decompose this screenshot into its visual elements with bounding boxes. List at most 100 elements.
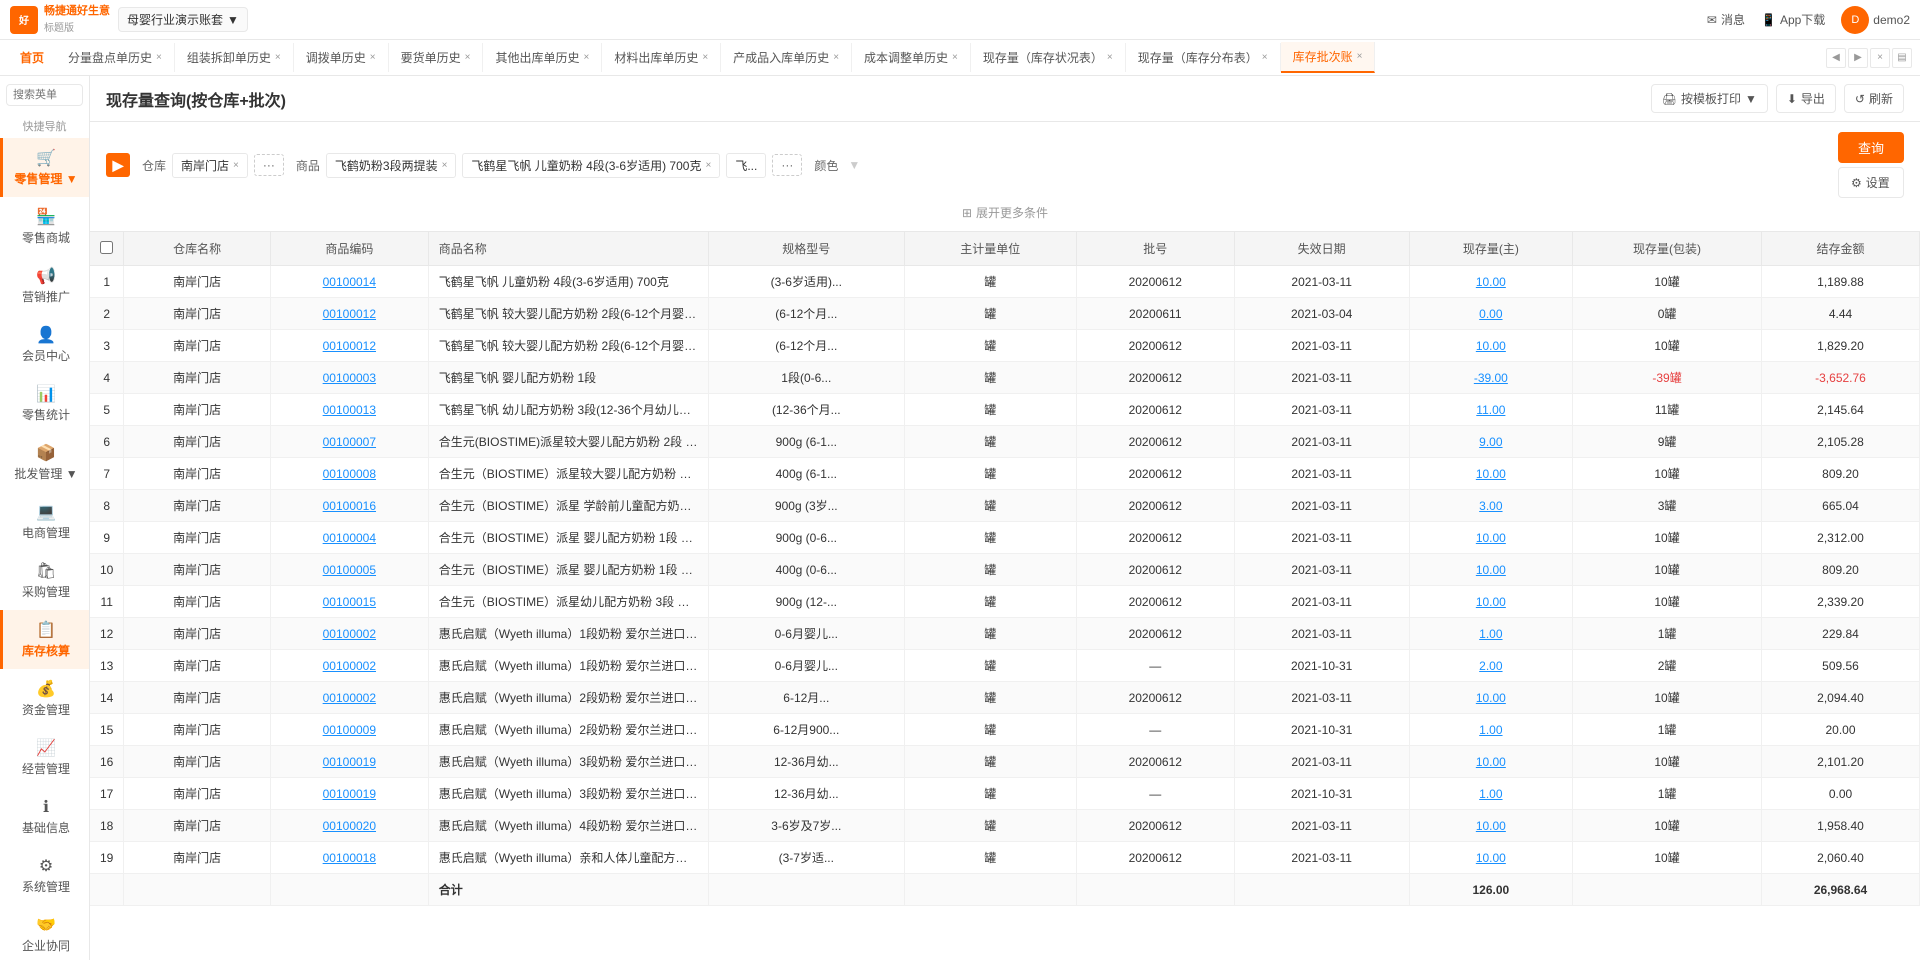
cell-qty-main[interactable]: 10.00 [1409,522,1572,554]
sidebar-item-retail-stats[interactable]: 📊 零售统计 [0,374,89,433]
tab-kucun-pici[interactable]: 库存批次账 × [1281,42,1376,73]
tab-yaohuo[interactable]: 要货单历史 × [389,43,484,72]
close-icon[interactable]: × [1262,52,1268,63]
cell-qty-main[interactable]: 10.00 [1409,810,1572,842]
sidebar-item-collab[interactable]: 🤝 企业协同 [0,905,89,960]
tab-diaob[interactable]: 调拨单历史 × [294,43,389,72]
cell-batch: 20200612 [1076,458,1234,490]
close-icon[interactable]: × [465,52,471,63]
cell-expire: 2021-03-11 [1234,394,1409,426]
cell-qty-main[interactable]: 10.00 [1409,842,1572,874]
search-btn[interactable]: 查询 [1838,132,1904,163]
close-icon[interactable]: × [156,52,162,63]
cell-qty-main[interactable]: 10.00 [1409,586,1572,618]
product-tag-1[interactable]: 飞鹤奶粉3段两提装 × [326,153,457,178]
sidebar-item-purchase[interactable]: 🛍 采购管理 [0,551,89,610]
cell-qty-main[interactable]: 1.00 [1409,778,1572,810]
refresh-btn[interactable]: ↺ 刷新 [1844,84,1904,113]
cell-spec: 1段(0-6... [708,362,904,394]
close-icon[interactable]: × [702,52,708,63]
close-icon[interactable]: × [1357,51,1363,62]
company-selector[interactable]: 母婴行业演示账套 ▼ [118,7,248,32]
nav-left-arrow[interactable]: ◀ [1826,48,1846,68]
nav-right-arrow[interactable]: ▶ [1848,48,1868,68]
cell-qty-main[interactable]: 11.00 [1409,394,1572,426]
user-avatar-area[interactable]: D demo2 [1841,6,1910,34]
nav-menu-btn[interactable]: ▤ [1892,48,1912,68]
close-icon[interactable]: × [1107,52,1113,63]
tab-home[interactable]: 首页 [8,43,56,72]
tab-cailiaochu[interactable]: 材料出库单历史 × [602,43,721,72]
cell-qty-main[interactable]: 10.00 [1409,554,1572,586]
product-more-btn[interactable]: ··· [772,154,802,176]
color-expand-icon[interactable]: ▼ [848,158,860,172]
th-checkbox[interactable] [90,232,124,266]
cell-qty-main[interactable]: 2.00 [1409,650,1572,682]
cell-num: 8 [90,490,124,522]
product-tag-more[interactable]: 飞... [726,153,766,178]
close-icon[interactable]: × [370,52,376,63]
tab-xiancunl-dist[interactable]: 现存量（库存分布表） × [1126,43,1281,72]
cell-qty-main[interactable]: 1.00 [1409,618,1572,650]
close-icon[interactable]: × [583,52,589,63]
warehouse-remove-icon[interactable]: × [233,160,239,171]
cell-qty-pkg: 2罐 [1573,650,1762,682]
cell-qty-main[interactable]: 3.00 [1409,490,1572,522]
sidebar-item-operations[interactable]: 📈 经营管理 [0,728,89,787]
message-btn[interactable]: ✉ 消息 [1707,11,1745,28]
cell-name: 惠氏启赋（Wyeth illuma）4段奶粉 爱尔兰进口 3-6岁及7... [428,810,708,842]
sidebar-item-ecommerce[interactable]: 💻 电商管理 [0,492,89,551]
cell-warehouse: 南岸门店 [124,842,271,874]
tab-zuzhuang[interactable]: 组装拆卸单历史 × [175,43,294,72]
cell-qty-main[interactable]: 0.00 [1409,298,1572,330]
expand-toggle-btn[interactable]: ▶ [106,153,130,177]
sidebar-item-finance[interactable]: 💰 资金管理 [0,669,89,728]
tab-chengben[interactable]: 成本调整单历史 × [852,43,971,72]
template-print-btn[interactable]: 🖨 按模板打印 ▼ [1651,84,1768,113]
tab-fenliang[interactable]: 分量盘点单历史 × [56,43,175,72]
cell-qty-main[interactable]: 9.00 [1409,426,1572,458]
product-remove-icon-1[interactable]: × [442,160,448,171]
cell-qty-main[interactable]: 10.00 [1409,330,1572,362]
cell-expire: 2021-03-11 [1234,362,1409,394]
quick-nav-label[interactable]: 快捷导航 [0,114,89,138]
close-icon[interactable]: × [275,52,281,63]
cell-qty-main[interactable]: 10.00 [1409,682,1572,714]
product-remove-icon-2[interactable]: × [705,160,711,171]
cell-qty-main[interactable]: 10.00 [1409,746,1572,778]
app-download-btn[interactable]: 📱 App下载 [1761,11,1825,28]
close-icon[interactable]: × [833,52,839,63]
cell-qty-main[interactable]: 10.00 [1409,458,1572,490]
nav-close-btn[interactable]: × [1870,48,1890,68]
sidebar-item-wholesale[interactable]: 📦 批发管理 ▼ [0,433,89,492]
cell-qty-main[interactable]: 10.00 [1409,266,1572,298]
search-input[interactable] [6,84,83,106]
expand-more-btn[interactable]: ⊞ 展开更多条件 [106,204,1904,221]
cell-qty-main[interactable]: -39.00 [1409,362,1572,394]
expand-down-icon: ⊞ [962,206,972,220]
cell-spec: (6-12个月... [708,298,904,330]
tab-xiancunl-status[interactable]: 现存量（库存状况表） × [971,43,1126,72]
cell-amount: 1,958.40 [1762,810,1920,842]
cell-batch: — [1076,650,1234,682]
sidebar-item-basics[interactable]: ℹ 基础信息 [0,787,89,846]
table-row: 6 南岸门店 00100007 合生元(BIOSTIME)派星较大婴儿配方奶粉 … [90,426,1920,458]
product-tag-2[interactable]: 飞鹤星飞帆 儿童奶粉 4段(3-6岁适用) 700克 × [462,153,720,178]
sidebar-item-member[interactable]: 👤 会员中心 [0,315,89,374]
select-all-checkbox[interactable] [100,241,113,254]
sidebar-item-inventory[interactable]: 📋 库存核算 [0,610,89,669]
settings-btn[interactable]: ⚙ 设置 [1838,167,1904,198]
warehouse-tag[interactable]: 南岸门店 × [172,153,248,178]
close-icon[interactable]: × [952,52,958,63]
sidebar-item-mall[interactable]: 🏪 零售商城 [0,197,89,256]
sidebar-item-marketing[interactable]: 📢 营销推广 [0,256,89,315]
sidebar-item-retail[interactable]: 🛒 零售管理 ▼ [0,138,89,197]
export-btn[interactable]: ⬇ 导出 [1776,84,1836,113]
warehouse-more-btn[interactable]: ··· [254,154,284,176]
page-header: 现存量查询(按仓库+批次) 🖨 按模板打印 ▼ ⬇ 导出 ↺ 刷新 [90,76,1920,122]
sidebar-item-system[interactable]: ⚙ 系统管理 [0,846,89,905]
cell-code: 00100002 [270,682,428,714]
tab-chancheng[interactable]: 产成品入库单历史 × [721,43,852,72]
tab-qitachu[interactable]: 其他出库单历史 × [483,43,602,72]
cell-qty-main[interactable]: 1.00 [1409,714,1572,746]
